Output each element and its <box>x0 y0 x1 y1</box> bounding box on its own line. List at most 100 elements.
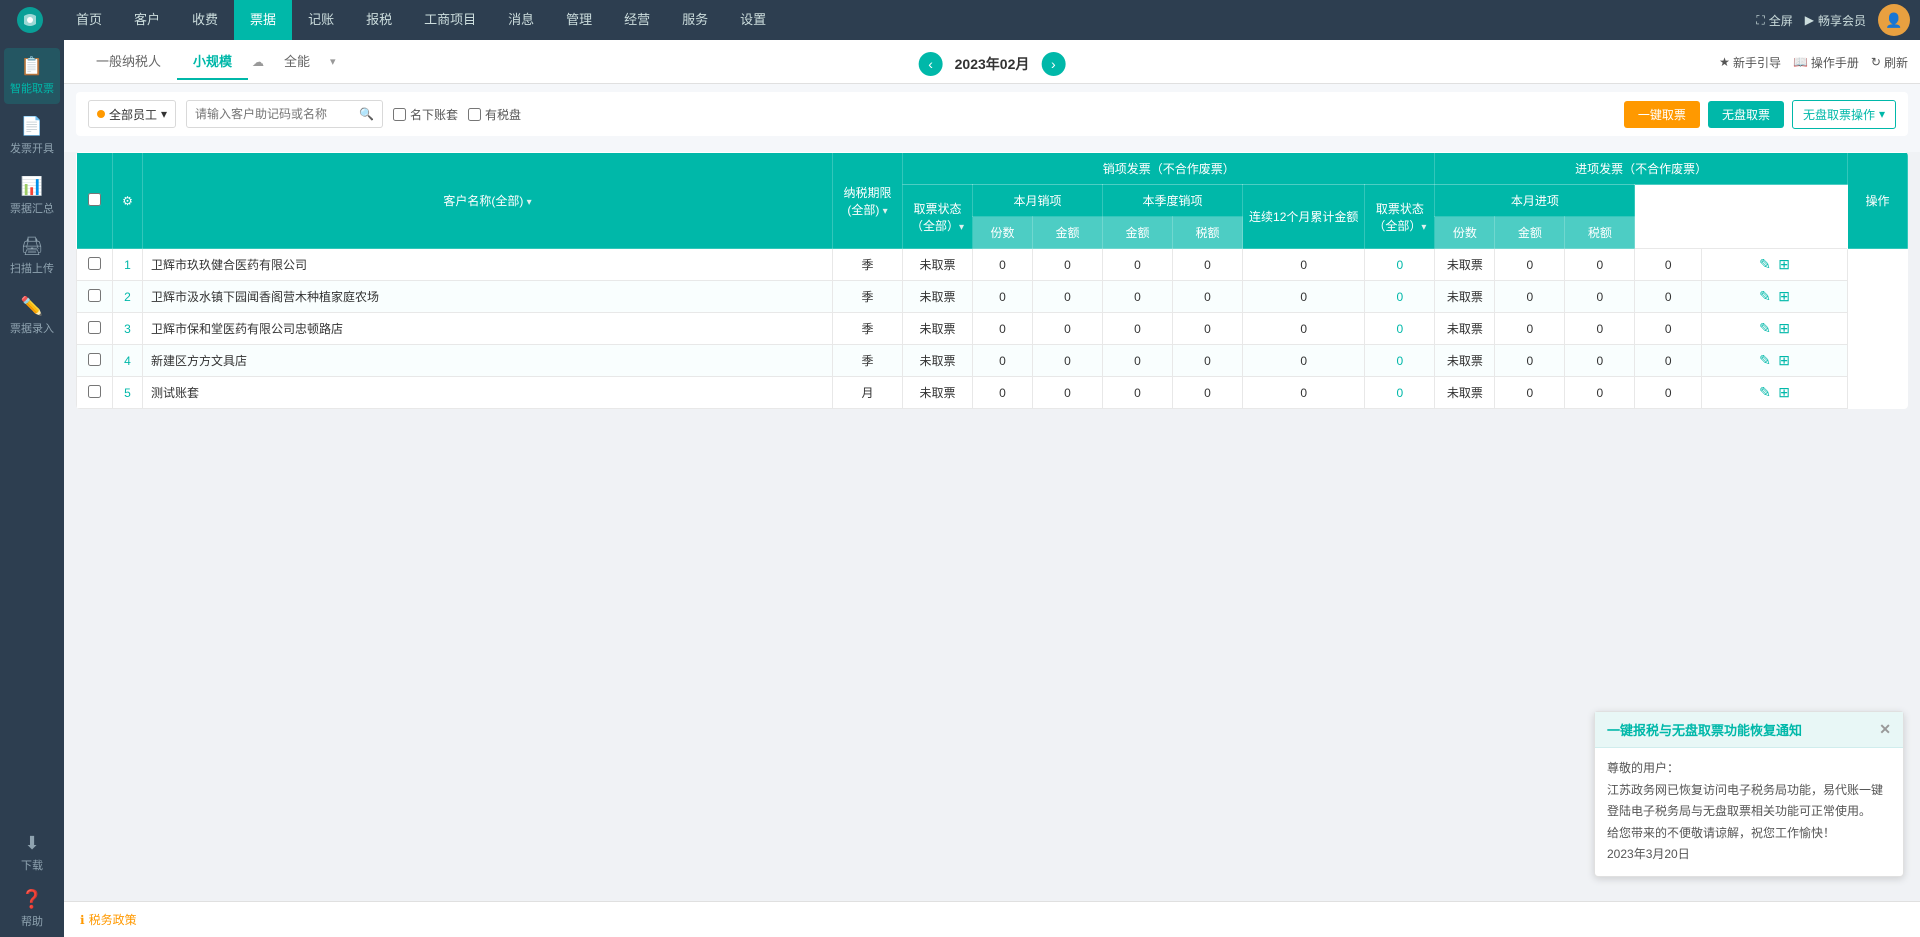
row-checkbox-3[interactable] <box>88 353 101 366</box>
nav-clients[interactable]: 客户 <box>118 0 176 40</box>
edit-icon-1[interactable]: ✎ <box>1759 288 1771 304</box>
row-sales-12month-link-4[interactable]: 0 <box>1397 386 1404 400</box>
period-prev-button[interactable]: ‹ <box>919 52 943 76</box>
notification-body: 尊敬的用户： 江苏政务网已恢复访问电子税务局功能，易代账一键登陆电子税务局与无盘… <box>1595 748 1903 876</box>
tax-disk-filter-label[interactable]: 有税盘 <box>468 106 521 123</box>
row-purchase-month-amount-3: 0 <box>1565 345 1635 377</box>
diskless-operations-button[interactable]: 无盘取票操作 ▾ <box>1792 100 1896 129</box>
col-purchase-header: 进项发票（不合作废票） <box>1435 153 1848 185</box>
row-checkbox-0[interactable] <box>88 257 101 270</box>
row-index-3: 4 <box>113 345 143 377</box>
nav-home[interactable]: 首页 <box>60 0 118 40</box>
nav-business[interactable]: 工商项目 <box>408 0 492 40</box>
employee-selector[interactable]: 全部员工 ▾ <box>88 100 176 128</box>
nav-service[interactable]: 服务 <box>666 0 724 40</box>
row-purchase-status-4: 未取票 <box>1435 377 1495 409</box>
tab-general-taxpayer[interactable]: 一般纳税人 <box>80 43 177 80</box>
issue-invoice-icon: 📄 <box>21 116 43 137</box>
notification-close-button[interactable]: ✕ <box>1879 721 1891 738</box>
row-purchase-month-shares-4: 0 <box>1495 377 1565 409</box>
row-purchase-month-tax-0: 0 <box>1635 249 1702 281</box>
dot-indicator <box>97 110 105 118</box>
app-logo[interactable] <box>10 0 50 40</box>
nav-settings[interactable]: 设置 <box>724 0 782 40</box>
table-row: 2 卫辉市汲水镇下园闻香阁营木种植家庭农场 季 未取票 0 0 0 0 0 0 … <box>77 281 1908 313</box>
row-sales-quarter-tax-2: 0 <box>1243 313 1365 345</box>
row-sales-quarter-amount-2: 0 <box>1173 313 1243 345</box>
row-checkbox-4[interactable] <box>88 385 101 398</box>
search-input[interactable] <box>195 107 355 121</box>
row-sales-status-1: 未取票 <box>903 281 973 313</box>
row-sales-12month-link-3[interactable]: 0 <box>1397 354 1404 368</box>
edit-icon-3[interactable]: ✎ <box>1759 352 1771 368</box>
tax-disk-filter-checkbox[interactable] <box>468 108 481 121</box>
view-icon-2[interactable]: ⊞ <box>1778 320 1790 336</box>
view-icon-1[interactable]: ⊞ <box>1778 288 1790 304</box>
row-sales-12month-link-0[interactable]: 0 <box>1397 258 1404 272</box>
period-navigation: ‹ 2023年02月 › <box>919 52 1066 76</box>
refresh-icon: ↻ <box>1871 55 1881 69</box>
edit-icon-0[interactable]: ✎ <box>1759 256 1771 272</box>
one-key-fetch-button[interactable]: 一键取票 <box>1624 101 1700 128</box>
row-sales-12month-link-1[interactable]: 0 <box>1397 290 1404 304</box>
nav-invoices[interactable]: 票据 <box>234 0 292 40</box>
sidebar-item-help[interactable]: ❓ 帮助 <box>4 881 60 937</box>
nav-fees[interactable]: 收费 <box>176 0 234 40</box>
account-filter-label[interactable]: 名下账套 <box>393 106 458 123</box>
nav-accounting[interactable]: 记账 <box>292 0 350 40</box>
sales-status-filter-icon[interactable]: ▾ <box>959 222 964 233</box>
select-all-checkbox[interactable] <box>88 193 101 206</box>
refresh-link[interactable]: ↻ 刷新 <box>1871 54 1908 71</box>
period-next-button[interactable]: › <box>1041 52 1065 76</box>
row-actions-1: ✎ ⊞ <box>1702 281 1848 313</box>
top-links: ★ 新手引导 📖 操作手册 ↻ 刷新 <box>1719 40 1908 84</box>
search-icon[interactable]: 🔍 <box>359 107 374 121</box>
view-icon-0[interactable]: ⊞ <box>1778 256 1790 272</box>
tab-all-arrow[interactable]: ▾ <box>330 55 336 68</box>
edit-icon-2[interactable]: ✎ <box>1759 320 1771 336</box>
row-sales-month-tax-2: 0 <box>1103 313 1173 345</box>
diskless-fetch-button[interactable]: 无盘取票 <box>1708 101 1784 128</box>
view-icon-3[interactable]: ⊞ <box>1778 352 1790 368</box>
tab-small-scale[interactable]: 小规模 <box>177 43 248 80</box>
sidebar-item-download[interactable]: ⬇ 下载 <box>4 825 60 881</box>
row-checkbox-1[interactable] <box>88 289 101 302</box>
nav-messages[interactable]: 消息 <box>492 0 550 40</box>
sidebar-item-issue-invoice[interactable]: 📄 发票开具 <box>4 108 60 164</box>
sidebar-item-scan[interactable]: 🖨 扫描上传 <box>4 228 60 284</box>
row-sales-12month-link-2[interactable]: 0 <box>1397 322 1404 336</box>
nav-operation[interactable]: 经营 <box>608 0 666 40</box>
new-guide-link[interactable]: ★ 新手引导 <box>1719 54 1781 71</box>
row-actions-4: ✎ ⊞ <box>1702 377 1848 409</box>
client-filter-icon[interactable]: ▾ <box>527 197 532 208</box>
sidebar-item-smart-invoice[interactable]: 📋 智能取票 <box>4 48 60 104</box>
help-icon: ❓ <box>21 889 43 910</box>
row-sales-quarter-amount-4: 0 <box>1173 377 1243 409</box>
entry-icon: ✏️ <box>21 296 43 317</box>
row-sales-12month-0: 0 <box>1365 249 1435 281</box>
user-avatar[interactable]: 👤 <box>1878 4 1910 36</box>
nav-tax[interactable]: 报税 <box>350 0 408 40</box>
settings-icon[interactable]: ⚙ <box>122 194 133 208</box>
row-checkbox-2[interactable] <box>88 321 101 334</box>
row-purchase-status-0: 未取票 <box>1435 249 1495 281</box>
tax-policy-link[interactable]: 税务政策 <box>89 911 137 928</box>
member-button[interactable]: ▶ 畅享会员 <box>1805 12 1866 29</box>
row-sales-12month-3: 0 <box>1365 345 1435 377</box>
fullscreen-button[interactable]: ⛶ 全屏 <box>1756 12 1792 29</box>
row-sales-quarter-amount-3: 0 <box>1173 345 1243 377</box>
controls-area: 全部员工 ▾ 🔍 名下账套 有税盘 <box>64 84 1920 152</box>
edit-icon-4[interactable]: ✎ <box>1759 384 1771 400</box>
period-filter-icon[interactable]: ▾ <box>883 206 888 217</box>
manual-link[interactable]: 📖 操作手册 <box>1793 54 1859 71</box>
purchase-status-filter-icon[interactable]: ▾ <box>1421 222 1426 233</box>
nav-manage[interactable]: 管理 <box>550 0 608 40</box>
sidebar-item-summary[interactable]: 📊 票据汇总 <box>4 168 60 224</box>
tab-all[interactable]: 全能 <box>268 43 326 80</box>
row-sales-month-amount-0: 0 <box>1033 249 1103 281</box>
table-row: 4 新建区方方文具店 季 未取票 0 0 0 0 0 0 未取票 0 0 0 ✎… <box>77 345 1908 377</box>
period-text: 2023年02月 <box>955 54 1030 74</box>
view-icon-4[interactable]: ⊞ <box>1778 384 1790 400</box>
account-filter-checkbox[interactable] <box>393 108 406 121</box>
sidebar-item-entry[interactable]: ✏️ 票据录入 <box>4 288 60 344</box>
